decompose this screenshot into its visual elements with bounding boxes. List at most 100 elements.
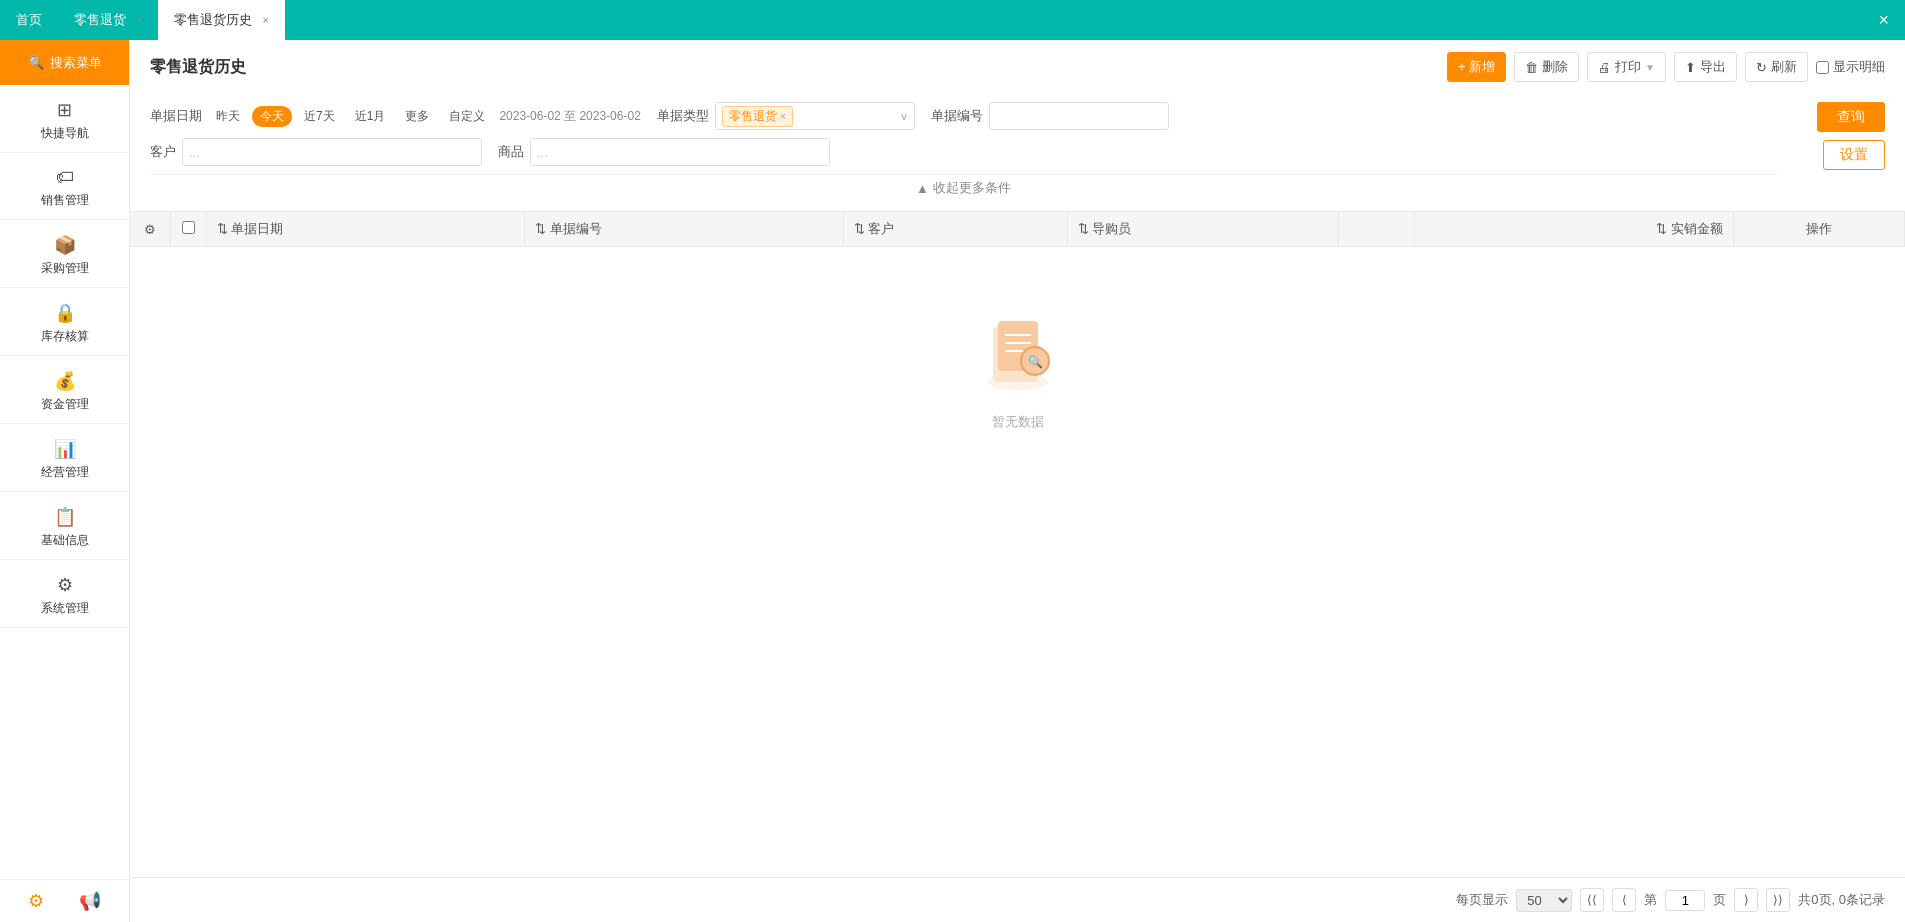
date-btn-yesterday[interactable]: 昨天 <box>208 106 248 127</box>
last-page-button[interactable]: ⟩⟩ <box>1766 888 1790 912</box>
data-table: ⚙ ⇅ 单据日期 ⇅ 单据编号 <box>130 212 1905 247</box>
page-title: 零售退货历史 <box>150 57 246 78</box>
date-filter-label: 单据日期 <box>150 107 202 125</box>
inventory-icon: 🔒 <box>54 302 76 324</box>
basic-info-icon: 📋 <box>54 506 76 528</box>
operations-icon: 📊 <box>54 438 76 460</box>
sidebar-item-basic-info[interactable]: 📋 基础信息 <box>0 492 129 560</box>
page-label: 第 <box>1644 891 1657 909</box>
sidebar-search-label: 搜索菜单 <box>50 54 102 72</box>
purchase-icon: 📦 <box>54 234 76 256</box>
col-action-label: 操作 <box>1806 221 1832 236</box>
svg-text:🔍: 🔍 <box>1028 354 1043 369</box>
sidebar-item-system-label: 系统管理 <box>41 600 89 617</box>
collapse-label: 收起更多条件 <box>933 179 1011 197</box>
sidebar-item-sales-label: 销售管理 <box>41 192 89 209</box>
date-btn-1month[interactable]: 近1月 <box>347 106 394 127</box>
print-dropdown-icon: ▼ <box>1645 62 1655 73</box>
query-area: 查询 设置 <box>1797 102 1885 170</box>
tab-retail-return-history[interactable]: 零售退货历史 × <box>158 0 284 40</box>
main-layout: 🔍 搜索菜单 ⊞ 快捷导航 🏷 销售管理 📦 采购管理 🔒 库存核算 💰 资金管… <box>0 40 1905 922</box>
customer-dots: ... <box>189 145 200 160</box>
customer-filter-select[interactable]: ... <box>182 138 482 166</box>
filter-fields: 单据日期 昨天 今天 近7天 近1月 更多 自定义 2023-06-02 至 2… <box>150 102 1777 201</box>
sidebar-item-sales[interactable]: 🏷 销售管理 <box>0 153 129 220</box>
sidebar-bottom: ⚙ 📢 <box>0 879 129 922</box>
date-btn-custom[interactable]: 自定义 <box>441 106 493 127</box>
filter-settings-button[interactable]: 设置 <box>1823 140 1885 170</box>
number-filter-item: 单据编号 <box>931 102 1169 130</box>
refresh-icon: ↻ <box>1756 60 1767 75</box>
sales-icon: 🏷 <box>56 167 74 188</box>
select-all-checkbox[interactable] <box>182 221 195 234</box>
col-customer[interactable]: ⇅ 客户 <box>843 212 1067 247</box>
sidebar-item-finance[interactable]: 💰 资金管理 <box>0 356 129 424</box>
window-close-button[interactable]: × <box>1862 0 1905 40</box>
col-number[interactable]: ⇅ 单据编号 <box>525 212 844 247</box>
query-button[interactable]: 查询 <box>1817 102 1885 132</box>
sidebar-item-operations[interactable]: 📊 经营管理 <box>0 424 129 492</box>
sidebar-item-inventory[interactable]: 🔒 库存核算 <box>0 288 129 356</box>
table-settings-icon[interactable]: ⚙ <box>144 222 156 237</box>
sidebar-item-purchase-label: 采购管理 <box>41 260 89 277</box>
print-button[interactable]: 🖨 打印 ▼ <box>1587 52 1666 82</box>
collapse-button[interactable]: ▲ 收起更多条件 <box>150 174 1777 201</box>
col-guide[interactable]: ⇅ 导购员 <box>1067 212 1338 247</box>
display-detail-checkbox[interactable]: 显示明细 <box>1816 58 1885 76</box>
toolbar: + 新增 🗑 🗑 删除 删除 🖨 打印 ▼ ⬆ 导出 <box>1447 52 1885 82</box>
sidebar-search[interactable]: 🔍 搜索菜单 <box>0 40 129 85</box>
type-filter-label: 单据类型 <box>657 107 709 125</box>
tab-retail-return[interactable]: 零售退货 × <box>58 0 158 40</box>
col-amount-label: ⇅ 实销金额 <box>1656 221 1723 236</box>
per-page-select[interactable]: 50 10 20 100 <box>1516 889 1572 912</box>
page-total: 共0页, 0条记录 <box>1798 891 1885 909</box>
goods-filter-select[interactable]: ... <box>530 138 830 166</box>
type-select-arrow: ∨ <box>900 110 908 123</box>
speaker-icon[interactable]: 📢 <box>79 890 101 912</box>
table-wrapper: ⚙ ⇅ 单据日期 ⇅ 单据编号 <box>130 212 1905 922</box>
col-spacer <box>1339 212 1415 247</box>
date-btn-7days[interactable]: 近7天 <box>296 106 343 127</box>
col-guide-label: ⇅ 导购员 <box>1078 221 1132 236</box>
type-tag-value: 零售退货 <box>729 108 777 125</box>
tab-retail-return-history-label: 零售退货历史 <box>174 11 252 29</box>
tab-home[interactable]: 首页 <box>0 0 58 40</box>
quick-nav-icon: ⊞ <box>57 99 72 121</box>
sidebar-item-quick-nav-label: 快捷导航 <box>41 125 89 142</box>
top-tab-bar: 首页 零售退货 × 零售退货历史 × × <box>0 0 1905 40</box>
sidebar-item-basic-info-label: 基础信息 <box>41 532 89 549</box>
prev-page-button[interactable]: ⟨ <box>1612 888 1636 912</box>
date-btn-more[interactable]: 更多 <box>397 106 437 127</box>
col-settings[interactable]: ⚙ <box>130 212 170 247</box>
col-amount[interactable]: ⇅ 实销金额 <box>1415 212 1734 247</box>
sidebar-item-purchase[interactable]: 📦 采购管理 <box>0 220 129 288</box>
next-page-button[interactable]: ⟩ <box>1734 888 1758 912</box>
customer-filter-item: 客户 ... <box>150 138 482 166</box>
page-input[interactable] <box>1665 890 1705 911</box>
tab-retail-return-history-close[interactable]: × <box>262 14 268 26</box>
filter-row-1: 单据日期 昨天 今天 近7天 近1月 更多 自定义 2023-06-02 至 2… <box>150 102 1777 130</box>
settings-gear-icon[interactable]: ⚙ <box>28 890 44 912</box>
customer-filter-label: 客户 <box>150 143 176 161</box>
delete-button[interactable]: 🗑 🗑 删除 删除 <box>1514 52 1579 82</box>
col-date-label: ⇅ 单据日期 <box>217 221 284 236</box>
date-btn-today[interactable]: 今天 <box>252 106 292 127</box>
type-tag-remove[interactable]: × <box>780 110 786 122</box>
sidebar-item-system[interactable]: ⚙ 系统管理 <box>0 560 129 628</box>
export-button[interactable]: ⬆ 导出 <box>1674 52 1737 82</box>
type-filter-select[interactable]: 零售退货 × ∨ <box>715 102 915 130</box>
number-filter-input[interactable] <box>989 102 1169 130</box>
date-range: 2023-06-02 至 2023-06-02 <box>499 108 640 125</box>
tab-retail-return-close[interactable]: × <box>136 14 142 26</box>
display-detail-label: 显示明细 <box>1833 58 1885 76</box>
refresh-button[interactable]: ↻ 刷新 <box>1745 52 1808 82</box>
new-button[interactable]: + 新增 <box>1447 52 1506 82</box>
display-detail-input[interactable] <box>1816 61 1829 74</box>
col-checkbox[interactable] <box>170 212 206 247</box>
goods-filter-label: 商品 <box>498 143 524 161</box>
sidebar-item-quick-nav[interactable]: ⊞ 快捷导航 <box>0 85 129 153</box>
first-page-button[interactable]: ⟨⟨ <box>1580 888 1604 912</box>
content-area: 零售退货历史 + 新增 🗑 🗑 删除 删除 🖨 打印 ▼ ⬆ <box>130 40 1905 922</box>
col-date[interactable]: ⇅ 单据日期 <box>206 212 525 247</box>
table-header-row: ⚙ ⇅ 单据日期 ⇅ 单据编号 <box>130 212 1905 247</box>
